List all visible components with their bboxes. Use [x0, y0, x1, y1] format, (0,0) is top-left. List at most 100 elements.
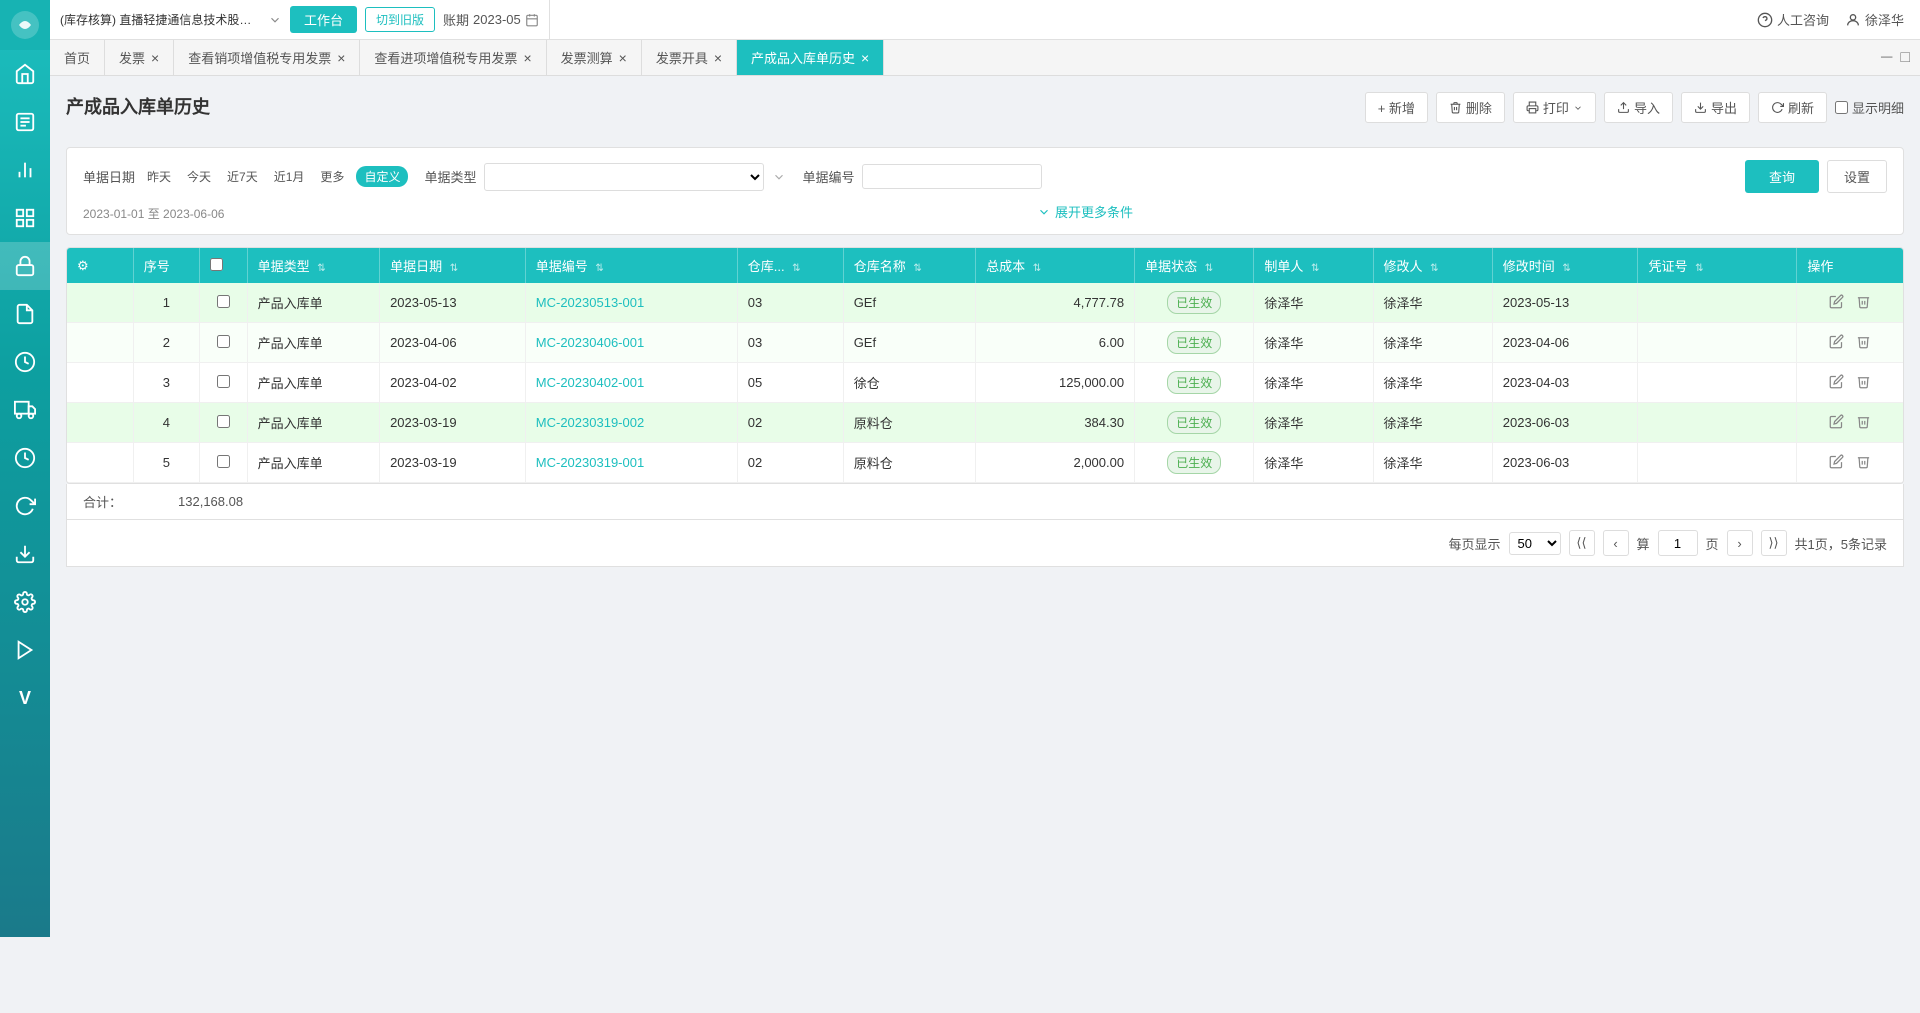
col-header-wh-name[interactable]: 仓库名称 ⇅: [843, 248, 975, 283]
col-header-status[interactable]: 单据状态 ⇅: [1135, 248, 1254, 283]
tab-view-purchase-vat[interactable]: 查看进项增值税专用发票 ×: [360, 40, 546, 76]
tab-product-instock-close[interactable]: ×: [861, 51, 869, 65]
page-size-label: 每页显示: [1448, 534, 1500, 553]
tab-view-sales-vat-close[interactable]: ×: [337, 51, 345, 65]
col-header-check[interactable]: [199, 248, 247, 283]
tabs-maximize-icon[interactable]: □: [1900, 49, 1910, 67]
sidebar-item-lock[interactable]: [0, 242, 50, 290]
row-edit-btn-0[interactable]: [1825, 292, 1848, 314]
row-action-1: [1797, 323, 1903, 363]
row-number-0[interactable]: MC-20230513-001: [525, 283, 737, 323]
app-logo: [0, 0, 50, 50]
user-menu[interactable]: 徐泽华: [1845, 10, 1904, 29]
new-button[interactable]: + 新增: [1365, 92, 1428, 123]
sidebar-item-analytics[interactable]: [0, 146, 50, 194]
sidebar-item-truck[interactable]: [0, 386, 50, 434]
import-button[interactable]: 导入: [1604, 92, 1673, 123]
row-number-2[interactable]: MC-20230402-001: [525, 363, 737, 403]
sidebar-item-v[interactable]: V: [0, 674, 50, 722]
row-check-4[interactable]: [199, 443, 247, 483]
quick-date-yesterday[interactable]: 昨天: [143, 166, 175, 187]
tab-product-instock[interactable]: 产成品入库单历史 ×: [737, 40, 884, 76]
row-status-1: 已生效: [1135, 323, 1254, 363]
row-delete-btn-0[interactable]: [1852, 292, 1875, 314]
footer-total-value: 132,168.08: [138, 494, 1887, 509]
tab-invoice-close[interactable]: ×: [151, 51, 159, 65]
row-delete-btn-3[interactable]: [1852, 412, 1875, 434]
sidebar-item-document[interactable]: [0, 290, 50, 338]
reset-button[interactable]: 设置: [1827, 160, 1887, 193]
sidebar-item-invoice[interactable]: [0, 98, 50, 146]
settings-column-header[interactable]: ⚙: [67, 248, 133, 283]
tab-invoice[interactable]: 发票 ×: [105, 40, 174, 76]
export-button[interactable]: 导出: [1681, 92, 1750, 123]
col-header-modify-time[interactable]: 修改时间 ⇅: [1492, 248, 1638, 283]
row-delete-btn-4[interactable]: [1852, 452, 1875, 474]
print-button[interactable]: 打印: [1513, 92, 1596, 123]
col-header-voucher[interactable]: 凭证号 ⇅: [1638, 248, 1797, 283]
first-page-button[interactable]: ⟨⟨: [1569, 530, 1595, 556]
tab-invoice-calc[interactable]: 发票测算 ×: [547, 40, 642, 76]
col-header-type[interactable]: 单据类型 ⇅: [247, 248, 379, 283]
tab-invoice-open[interactable]: 发票开具 ×: [642, 40, 737, 76]
row-check-1[interactable]: [199, 323, 247, 363]
custom-date-tag[interactable]: 自定义: [356, 166, 408, 187]
quick-date-7days[interactable]: 近7天: [223, 166, 262, 187]
col-header-creator[interactable]: 制单人 ⇅: [1254, 248, 1373, 283]
sidebar-item-grid[interactable]: [0, 194, 50, 242]
col-header-date[interactable]: 单据日期 ⇅: [380, 248, 526, 283]
row-action-2: [1797, 363, 1903, 403]
filter-type-select[interactable]: [484, 163, 764, 191]
tab-invoice-open-close[interactable]: ×: [714, 51, 722, 65]
refresh-button[interactable]: 刷新: [1758, 92, 1827, 123]
quick-date-1month[interactable]: 近1月: [270, 166, 309, 187]
tab-view-sales-vat[interactable]: 查看销项增值税专用发票 ×: [174, 40, 360, 76]
sidebar-item-clock[interactable]: [0, 434, 50, 482]
delete-button[interactable]: 删除: [1436, 92, 1505, 123]
col-header-modifier[interactable]: 修改人 ⇅: [1373, 248, 1492, 283]
page-input[interactable]: [1658, 530, 1698, 556]
col-header-number[interactable]: 单据编号 ⇅: [525, 248, 737, 283]
prev-page-button[interactable]: ‹: [1603, 530, 1629, 556]
sidebar-item-chart[interactable]: [0, 338, 50, 386]
row-edit-btn-1[interactable]: [1825, 332, 1848, 354]
tabs-minimize-icon[interactable]: ─: [1881, 49, 1892, 67]
row-edit-btn-3[interactable]: [1825, 412, 1848, 434]
workbench-button[interactable]: 工作台: [290, 6, 357, 33]
expand-filter-button[interactable]: 展开更多条件: [1037, 202, 1133, 221]
sidebar-item-refresh[interactable]: [0, 482, 50, 530]
row-number-3[interactable]: MC-20230319-002: [525, 403, 737, 443]
page-size-select[interactable]: 50 100: [1509, 532, 1561, 555]
filter-number-input[interactable]: [862, 164, 1042, 189]
show-detail-checkbox[interactable]: [1835, 101, 1848, 114]
row-check-0[interactable]: [199, 283, 247, 323]
sidebar-item-gear[interactable]: [0, 578, 50, 626]
last-page-button[interactable]: ⟩⟩: [1761, 530, 1787, 556]
row-edit-btn-4[interactable]: [1825, 452, 1848, 474]
row-check-2[interactable]: [199, 363, 247, 403]
query-button[interactable]: 查询: [1745, 160, 1819, 193]
support-button[interactable]: 人工咨询: [1757, 10, 1829, 29]
sidebar-item-home[interactable]: [0, 50, 50, 98]
row-edit-btn-2[interactable]: [1825, 372, 1848, 394]
row-delete-btn-1[interactable]: [1852, 332, 1875, 354]
select-all-checkbox[interactable]: [210, 258, 223, 271]
row-delete-btn-2[interactable]: [1852, 372, 1875, 394]
row-check-3[interactable]: [199, 403, 247, 443]
tab-view-purchase-vat-close[interactable]: ×: [523, 51, 531, 65]
next-page-button[interactable]: ›: [1727, 530, 1753, 556]
data-table: ⚙ 序号 单据类型 ⇅ 单据日期 ⇅ 单据编号 ⇅ 仓库... ⇅ 仓库名称 ⇅…: [67, 248, 1903, 483]
row-number-4[interactable]: MC-20230319-001: [525, 443, 737, 483]
tab-invoice-calc-close[interactable]: ×: [619, 51, 627, 65]
quick-date-today[interactable]: 今天: [183, 166, 215, 187]
tab-home[interactable]: 首页: [50, 40, 105, 76]
quick-date-more[interactable]: 更多: [316, 166, 348, 187]
row-modify-time-3: 2023-06-03: [1492, 403, 1638, 443]
col-header-total[interactable]: 总成本 ⇅: [976, 248, 1135, 283]
show-detail-label[interactable]: 显示明细: [1835, 98, 1904, 117]
row-number-1[interactable]: MC-20230406-001: [525, 323, 737, 363]
sidebar-item-play[interactable]: [0, 626, 50, 674]
switch-version-button[interactable]: 切到旧版: [365, 7, 435, 32]
col-header-wh-code[interactable]: 仓库... ⇅: [737, 248, 843, 283]
sidebar-item-download[interactable]: [0, 530, 50, 578]
